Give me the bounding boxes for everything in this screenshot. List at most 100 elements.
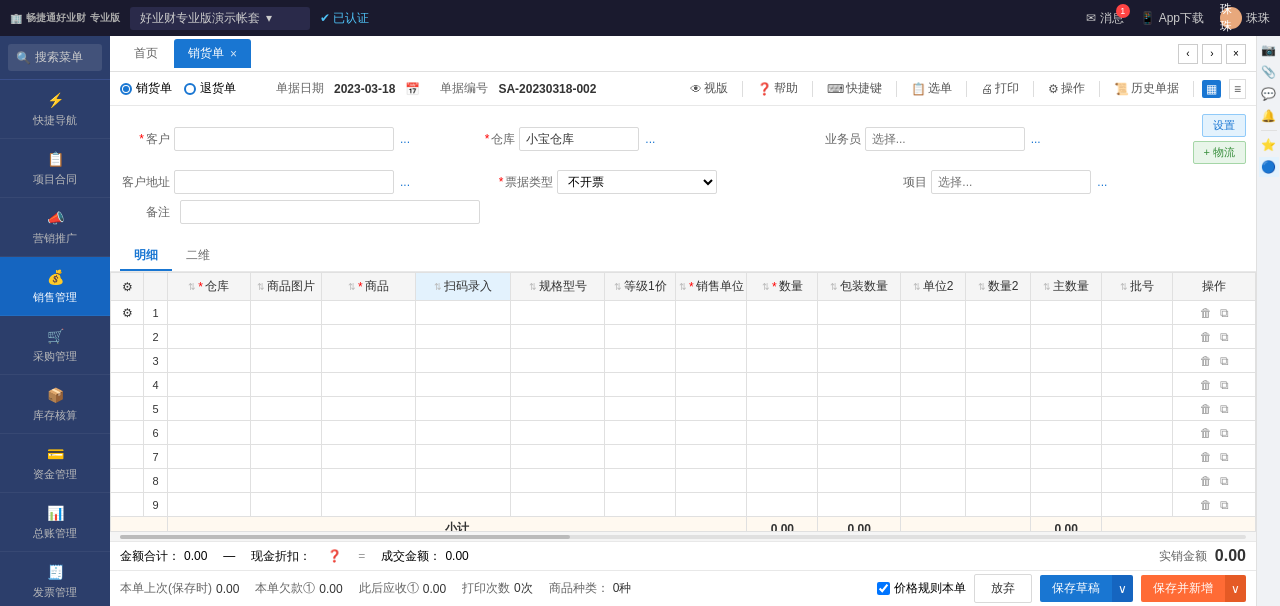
cell-unit-2[interactable] xyxy=(676,325,747,349)
invoice-select[interactable]: 不开票 xyxy=(557,170,717,194)
cell-main-qty-2[interactable] xyxy=(1031,325,1102,349)
cell-grade-1[interactable] xyxy=(605,301,676,325)
tab-prev-btn[interactable]: ‹ xyxy=(1178,44,1198,64)
cell-image-1[interactable] xyxy=(250,301,321,325)
rt-btn-4[interactable]: 🔔 xyxy=(1259,106,1279,126)
cell-goods-1[interactable] xyxy=(321,301,416,325)
save-new-arrow-btn[interactable]: ∨ xyxy=(1225,575,1246,602)
address-dots-btn[interactable]: ... xyxy=(400,175,410,189)
view-btn[interactable]: 👁 视版 xyxy=(684,78,734,99)
delete-row-9-btn[interactable]: 🗑 xyxy=(1198,498,1214,512)
radio-return[interactable]: 退货单 xyxy=(184,80,236,97)
cell-qty-2[interactable] xyxy=(747,325,818,349)
company-selector[interactable]: 好业财专业版演示帐套 ▾ xyxy=(130,7,310,30)
tab-home[interactable]: 首页 xyxy=(120,39,172,68)
staff-dots-btn[interactable]: ... xyxy=(1031,132,1041,146)
app-download-btn[interactable]: 📱 App下载 xyxy=(1140,10,1204,27)
setting-btn[interactable]: 设置 xyxy=(1202,114,1246,137)
sidebar-item-inventory[interactable]: 📦 库存核算 xyxy=(0,375,110,434)
sidebar-item-accounting[interactable]: 📊 总账管理 xyxy=(0,493,110,552)
cell-scan-2[interactable] xyxy=(416,325,511,349)
price-rule-checkbox[interactable] xyxy=(877,582,890,595)
cell-grade-2[interactable] xyxy=(605,325,676,349)
copy-row-6-btn[interactable]: ⧉ xyxy=(1218,426,1231,440)
tab-mingxi[interactable]: 明细 xyxy=(120,242,172,271)
cell-spec-1[interactable] xyxy=(510,301,605,325)
cell-unit-1[interactable] xyxy=(676,301,747,325)
delete-row-3-btn[interactable]: 🗑 xyxy=(1198,354,1214,368)
scroll-thumb[interactable] xyxy=(120,535,570,539)
tab-erwei[interactable]: 二维 xyxy=(172,242,224,271)
delete-row-8-btn[interactable]: 🗑 xyxy=(1198,474,1214,488)
scroll-track[interactable] xyxy=(120,535,1246,539)
table-wrapper[interactable]: ⚙ ⇅ *仓库 ⇅ xyxy=(110,272,1256,531)
sidebar-item-projects[interactable]: 📋 项目合同 xyxy=(0,139,110,198)
message-btn[interactable]: ✉ 消息 1 xyxy=(1086,10,1124,27)
warehouse-input[interactable] xyxy=(519,127,639,151)
sidebar-item-nav[interactable]: ⚡ 快捷导航 xyxy=(0,80,110,139)
copy-row-8-btn[interactable]: ⧉ xyxy=(1218,474,1231,488)
tab-next-btn[interactable]: › xyxy=(1202,44,1222,64)
help-btn[interactable]: ❓ 帮助 xyxy=(751,78,804,99)
delete-row-7-btn[interactable]: 🗑 xyxy=(1198,450,1214,464)
address-input[interactable] xyxy=(174,170,394,194)
copy-row-7-btn[interactable]: ⧉ xyxy=(1218,450,1231,464)
select-order-btn[interactable]: 📋 选单 xyxy=(905,78,958,99)
delete-row-6-btn[interactable]: 🗑 xyxy=(1198,426,1214,440)
list-view-btn[interactable]: ≡ xyxy=(1229,79,1246,99)
remark-input[interactable] xyxy=(180,200,480,224)
customer-dots-btn[interactable]: ... xyxy=(400,132,410,146)
cell-spec-2[interactable] xyxy=(510,325,605,349)
cell-scan-1[interactable] xyxy=(416,301,511,325)
cell-goods-2[interactable] xyxy=(321,325,416,349)
rt-btn-5[interactable]: ⭐ xyxy=(1259,135,1279,155)
add-logistics-btn[interactable]: + 物流 xyxy=(1193,141,1246,164)
cell-pack-1[interactable] xyxy=(818,301,901,325)
warehouse-dots-btn[interactable]: ... xyxy=(645,132,655,146)
sidebar-item-marketing[interactable]: 📣 营销推广 xyxy=(0,198,110,257)
rt-btn-3[interactable]: 💬 xyxy=(1259,84,1279,104)
horizontal-scrollbar[interactable] xyxy=(110,531,1256,541)
copy-row-4-btn[interactable]: ⧉ xyxy=(1218,378,1231,392)
gear-icon[interactable]: ⚙ xyxy=(122,306,133,320)
abandon-btn[interactable]: 放弃 xyxy=(974,574,1032,603)
copy-row-3-btn[interactable]: ⧉ xyxy=(1218,354,1231,368)
tab-close-window-btn[interactable]: × xyxy=(1226,44,1246,64)
sidebar-item-invoice[interactable]: 🧾 发票管理 xyxy=(0,552,110,606)
customer-input[interactable] xyxy=(174,127,394,151)
ops-btn[interactable]: ⚙ 操作 xyxy=(1042,78,1091,99)
grid-view-btn[interactable]: ▦ xyxy=(1202,80,1221,98)
cell-qty2-1[interactable] xyxy=(966,301,1031,325)
print-btn[interactable]: 🖨 打印 xyxy=(975,78,1025,99)
radio-sale[interactable]: 销货单 xyxy=(120,80,172,97)
cell-main-qty-1[interactable] xyxy=(1031,301,1102,325)
copy-row-9-btn[interactable]: ⧉ xyxy=(1218,498,1231,512)
delete-row-5-btn[interactable]: 🗑 xyxy=(1198,402,1214,416)
cell-unit2-1[interactable] xyxy=(901,301,966,325)
sidebar-item-purchase[interactable]: 🛒 采购管理 xyxy=(0,316,110,375)
project-dots-btn[interactable]: ... xyxy=(1097,175,1107,189)
cell-batch-1[interactable] xyxy=(1102,301,1173,325)
project-input[interactable] xyxy=(931,170,1091,194)
copy-row-5-btn[interactable]: ⧉ xyxy=(1218,402,1231,416)
copy-row-2-btn[interactable]: ⧉ xyxy=(1218,330,1231,344)
cell-pack-2[interactable] xyxy=(818,325,901,349)
user-avatar[interactable]: 珠珠 珠珠 xyxy=(1220,7,1270,29)
rt-btn-1[interactable]: 📷 xyxy=(1259,40,1279,60)
cell-image-2[interactable] xyxy=(250,325,321,349)
delete-row-1-btn[interactable]: 🗑 xyxy=(1198,306,1214,320)
save-draft-btn[interactable]: 保存草稿 xyxy=(1040,575,1112,602)
cell-warehouse-1[interactable] xyxy=(167,301,250,325)
rt-btn-6[interactable]: 🔵 xyxy=(1259,157,1279,177)
shortcut-btn[interactable]: ⌨ 快捷键 xyxy=(821,78,888,99)
history-btn[interactable]: 📜 历史单据 xyxy=(1108,78,1185,99)
save-new-btn[interactable]: 保存并新增 xyxy=(1141,575,1225,602)
cell-warehouse-2[interactable] xyxy=(167,325,250,349)
save-draft-arrow-btn[interactable]: ∨ xyxy=(1112,575,1133,602)
tab-active[interactable]: 销货单 × xyxy=(174,39,251,68)
calendar-icon[interactable]: 📅 xyxy=(405,82,420,96)
delete-row-2-btn[interactable]: 🗑 xyxy=(1198,330,1214,344)
cell-batch-2[interactable] xyxy=(1102,325,1173,349)
cell-unit2-2[interactable] xyxy=(901,325,966,349)
cell-qty-1[interactable] xyxy=(747,301,818,325)
